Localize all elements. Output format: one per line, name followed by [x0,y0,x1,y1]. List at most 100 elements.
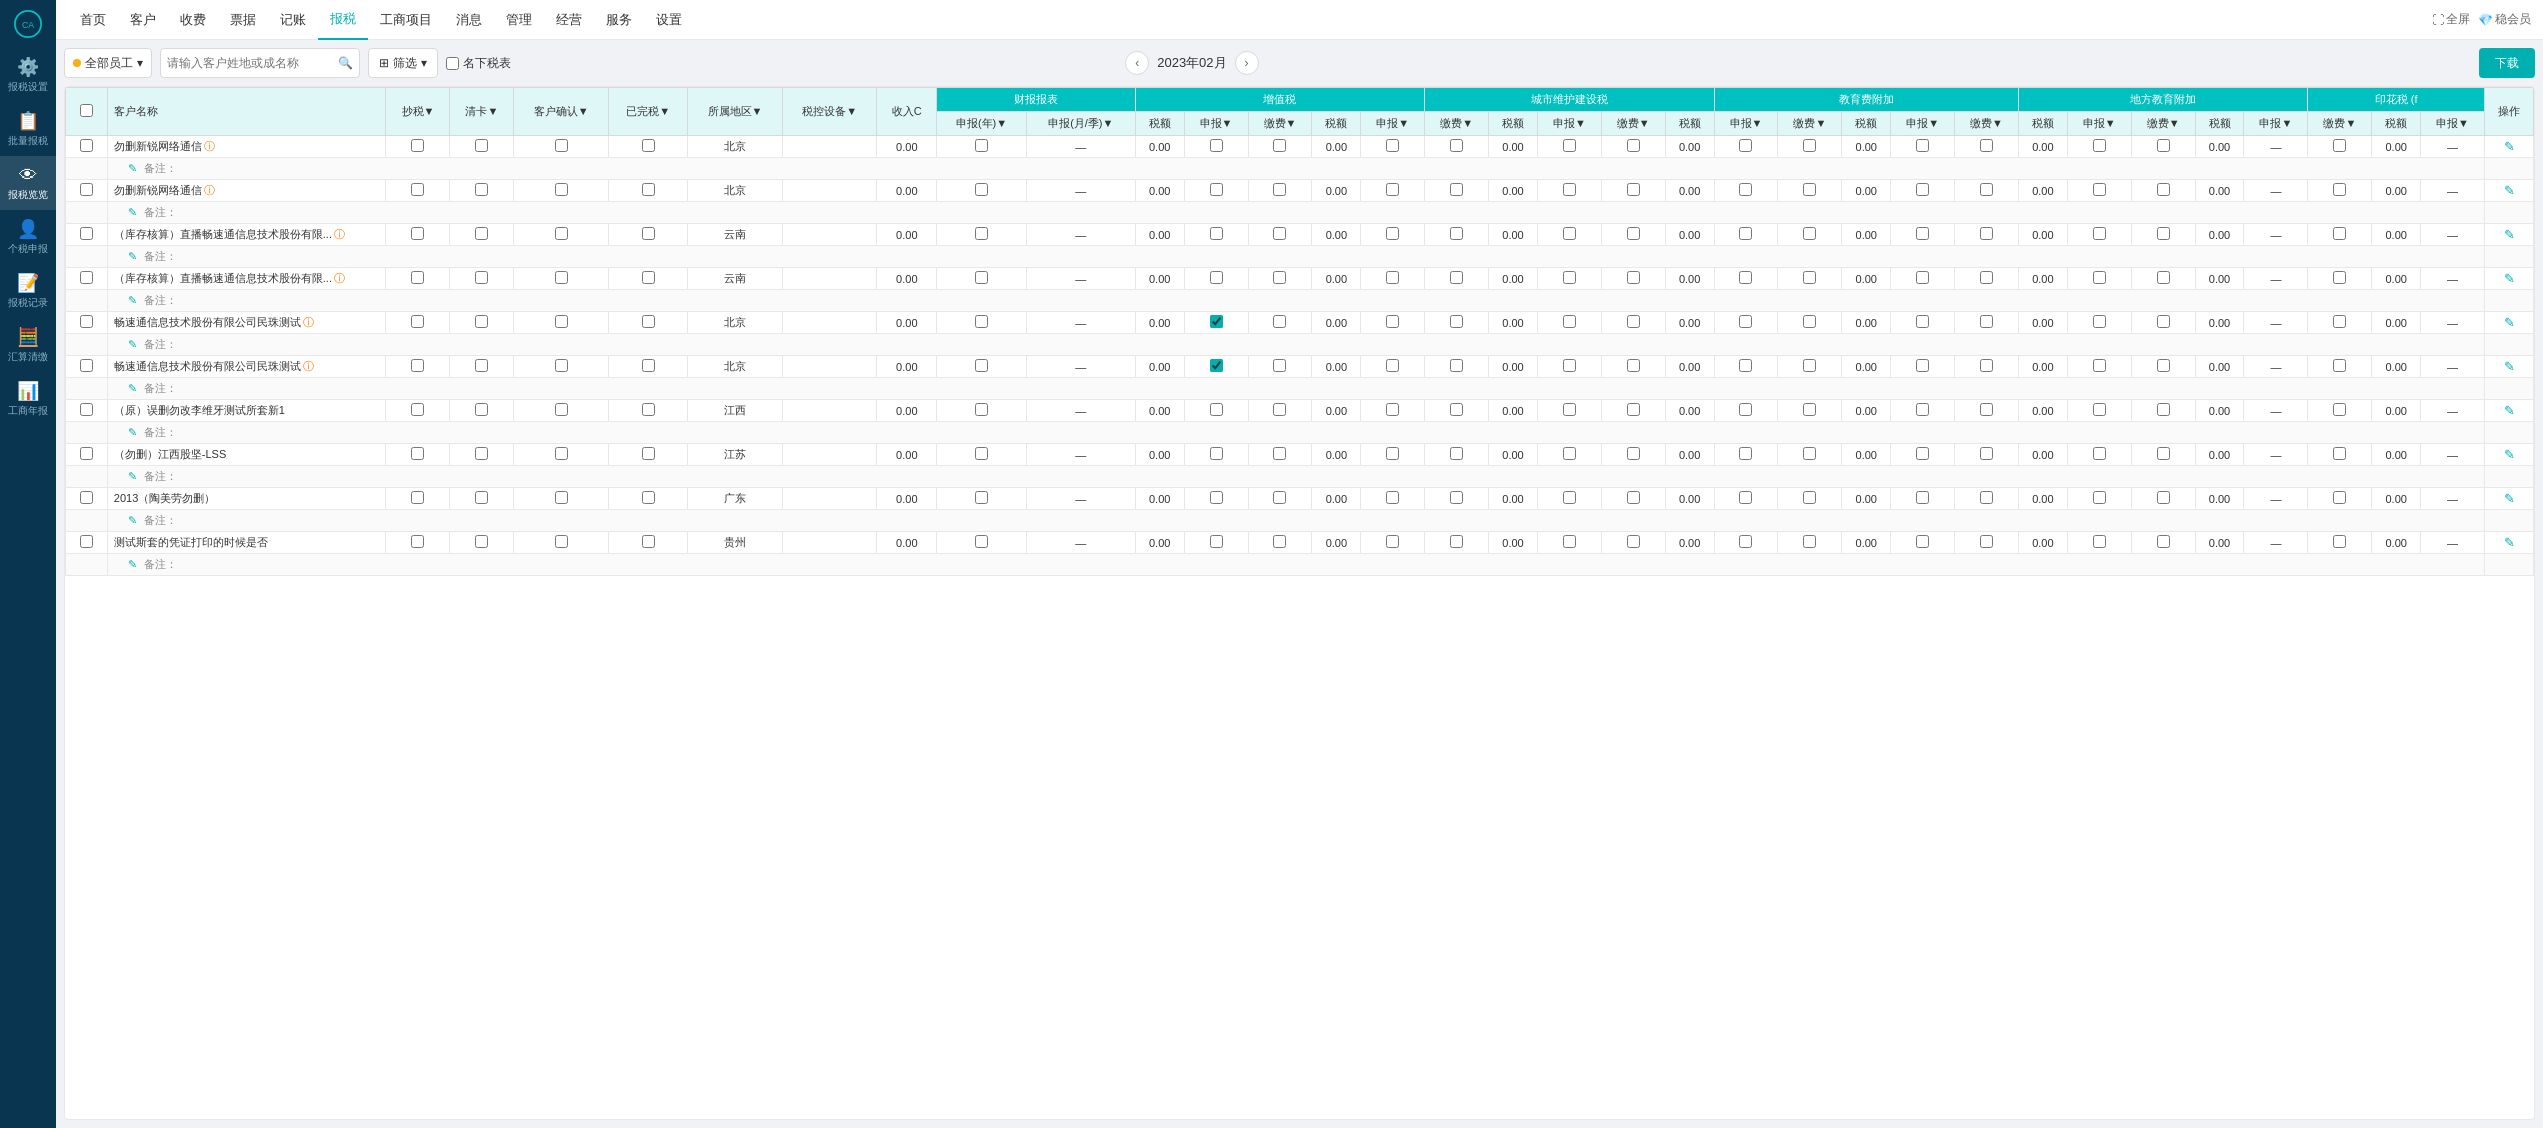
edit-icon[interactable]: ✎ [2504,315,2515,330]
note-content-cell[interactable]: ✎ 备注： [107,334,2484,356]
local-declare2-cell: — [2244,444,2308,466]
sidebar-item-annual-report[interactable]: 📊 工商年报 [0,372,56,426]
named-checkbox-label[interactable]: 名下税表 [446,55,511,72]
vip-btn[interactable]: 💎 稳会员 [2478,11,2531,28]
row-checkbox[interactable] [80,139,93,152]
row-checkbox-cell[interactable] [66,532,108,554]
nav-invoices[interactable]: 票据 [218,0,268,40]
action-cell[interactable]: ✎ [2485,180,2534,202]
row-checkbox[interactable] [80,271,93,284]
action-cell[interactable]: ✎ [2485,224,2534,246]
row-checkbox-cell[interactable] [66,268,108,290]
edit-icon[interactable]: ✎ [2504,227,2515,242]
note-row: ✎ 备注： [66,554,2534,576]
row-checkbox[interactable] [80,403,93,416]
stamp-declare-cell: — [2421,488,2485,510]
edit-icon[interactable]: ✎ [2504,535,2515,550]
note-content-cell[interactable]: ✎ 备注： [107,246,2484,268]
row-checkbox[interactable] [80,315,93,328]
row-checkbox-cell[interactable] [66,444,108,466]
sidebar-item-tax-settings[interactable]: ⚙️ 报税设置 [0,48,56,102]
employee-select[interactable]: 全部员工 ▾ [64,48,152,78]
edu-amount-cell: 0.00 [1842,356,1891,378]
note-edit-icon: ✎ [128,426,137,438]
select-all-checkbox[interactable] [80,104,93,117]
sidebar-item-personal-tax[interactable]: 👤 个税申报 [0,210,56,264]
note-content-cell[interactable]: ✎ 备注： [107,378,2484,400]
action-cell[interactable]: ✎ [2485,356,2534,378]
note-content-cell[interactable]: ✎ 备注： [107,554,2484,576]
row-checkbox[interactable] [80,183,93,196]
prev-month-button[interactable]: ‹ [1125,51,1149,75]
row-checkbox-cell[interactable] [66,180,108,202]
sidebar-item-tax-records[interactable]: 📝 报税记录 [0,264,56,318]
sidebar-item-tax-overview[interactable]: 👁 报税览览 [0,156,56,210]
edit-icon[interactable]: ✎ [2504,447,2515,462]
filter-dropdown-icon: ▾ [421,56,427,70]
edu-pay2-cell [1955,532,2019,554]
nav-settings[interactable]: 设置 [644,0,694,40]
note-action-cell [2485,202,2534,224]
row-checkbox[interactable] [80,535,93,548]
edit-icon[interactable]: ✎ [2504,183,2515,198]
nav-services[interactable]: 服务 [594,0,644,40]
city-amount-cell: 0.00 [1489,180,1538,202]
nav-projects[interactable]: 工商项目 [368,0,444,40]
nav-billing[interactable]: 收费 [168,0,218,40]
sidebar-item-reconciliation[interactable]: 🧮 汇算清缴 [0,318,56,372]
vat-declare2-cell [1361,180,1425,202]
filter-button[interactable]: ⊞ 筛选 ▾ [368,48,438,78]
tax-device-cell [782,488,877,510]
action-cell[interactable]: ✎ [2485,532,2534,554]
next-month-button[interactable]: › [1235,51,1259,75]
action-cell[interactable]: ✎ [2485,444,2534,466]
nav-management[interactable]: 管理 [494,0,544,40]
row-checkbox[interactable] [80,359,93,372]
row-checkbox-cell[interactable] [66,400,108,422]
search-input[interactable] [167,56,338,70]
note-content-cell[interactable]: ✎ 备注： [107,158,2484,180]
download-button[interactable]: 下载 [2479,48,2535,78]
named-checkbox[interactable] [446,57,459,70]
local-amount2-cell: 0.00 [2195,532,2244,554]
tax-records-icon: 📝 [17,272,39,294]
nav-home[interactable]: 首页 [68,0,118,40]
tax-device-cell [782,312,877,334]
local-declare-cell [2067,224,2131,246]
action-cell[interactable]: ✎ [2485,400,2534,422]
nav-clients[interactable]: 客户 [118,0,168,40]
note-content-cell[interactable]: ✎ 备注： [107,290,2484,312]
action-cell[interactable]: ✎ [2485,136,2534,158]
edit-icon[interactable]: ✎ [2504,491,2515,506]
row-checkbox-cell[interactable] [66,356,108,378]
row-checkbox-cell[interactable] [66,224,108,246]
row-checkbox-cell[interactable] [66,488,108,510]
sidebar-item-batch-tax[interactable]: 📋 批量报税 [0,102,56,156]
vat-declare2-cell [1361,268,1425,290]
action-cell[interactable]: ✎ [2485,488,2534,510]
report-year-cell [937,136,1026,158]
fullscreen-btn[interactable]: ⛶ 全屏 [2432,11,2470,28]
nav-operations[interactable]: 经营 [544,0,594,40]
row-checkbox-cell[interactable] [66,312,108,334]
local-amount-cell: 0.00 [2019,444,2068,466]
edit-icon[interactable]: ✎ [2504,359,2515,374]
row-checkbox[interactable] [80,447,93,460]
row-checkbox[interactable] [80,227,93,240]
note-content-cell[interactable]: ✎ 备注： [107,202,2484,224]
nav-bookkeeping[interactable]: 记账 [268,0,318,40]
row-checkbox-cell[interactable] [66,136,108,158]
action-cell[interactable]: ✎ [2485,268,2534,290]
edit-icon[interactable]: ✎ [2504,139,2515,154]
edit-icon[interactable]: ✎ [2504,271,2515,286]
nav-tax[interactable]: 报税 [318,0,368,40]
note-content-cell[interactable]: ✎ 备注： [107,422,2484,444]
search-box[interactable]: 🔍 [160,48,360,78]
edit-icon[interactable]: ✎ [2504,403,2515,418]
note-content-cell[interactable]: ✎ 备注： [107,466,2484,488]
client-confirm-cell [514,180,609,202]
row-checkbox[interactable] [80,491,93,504]
action-cell[interactable]: ✎ [2485,312,2534,334]
nav-messages[interactable]: 消息 [444,0,494,40]
note-content-cell[interactable]: ✎ 备注： [107,510,2484,532]
